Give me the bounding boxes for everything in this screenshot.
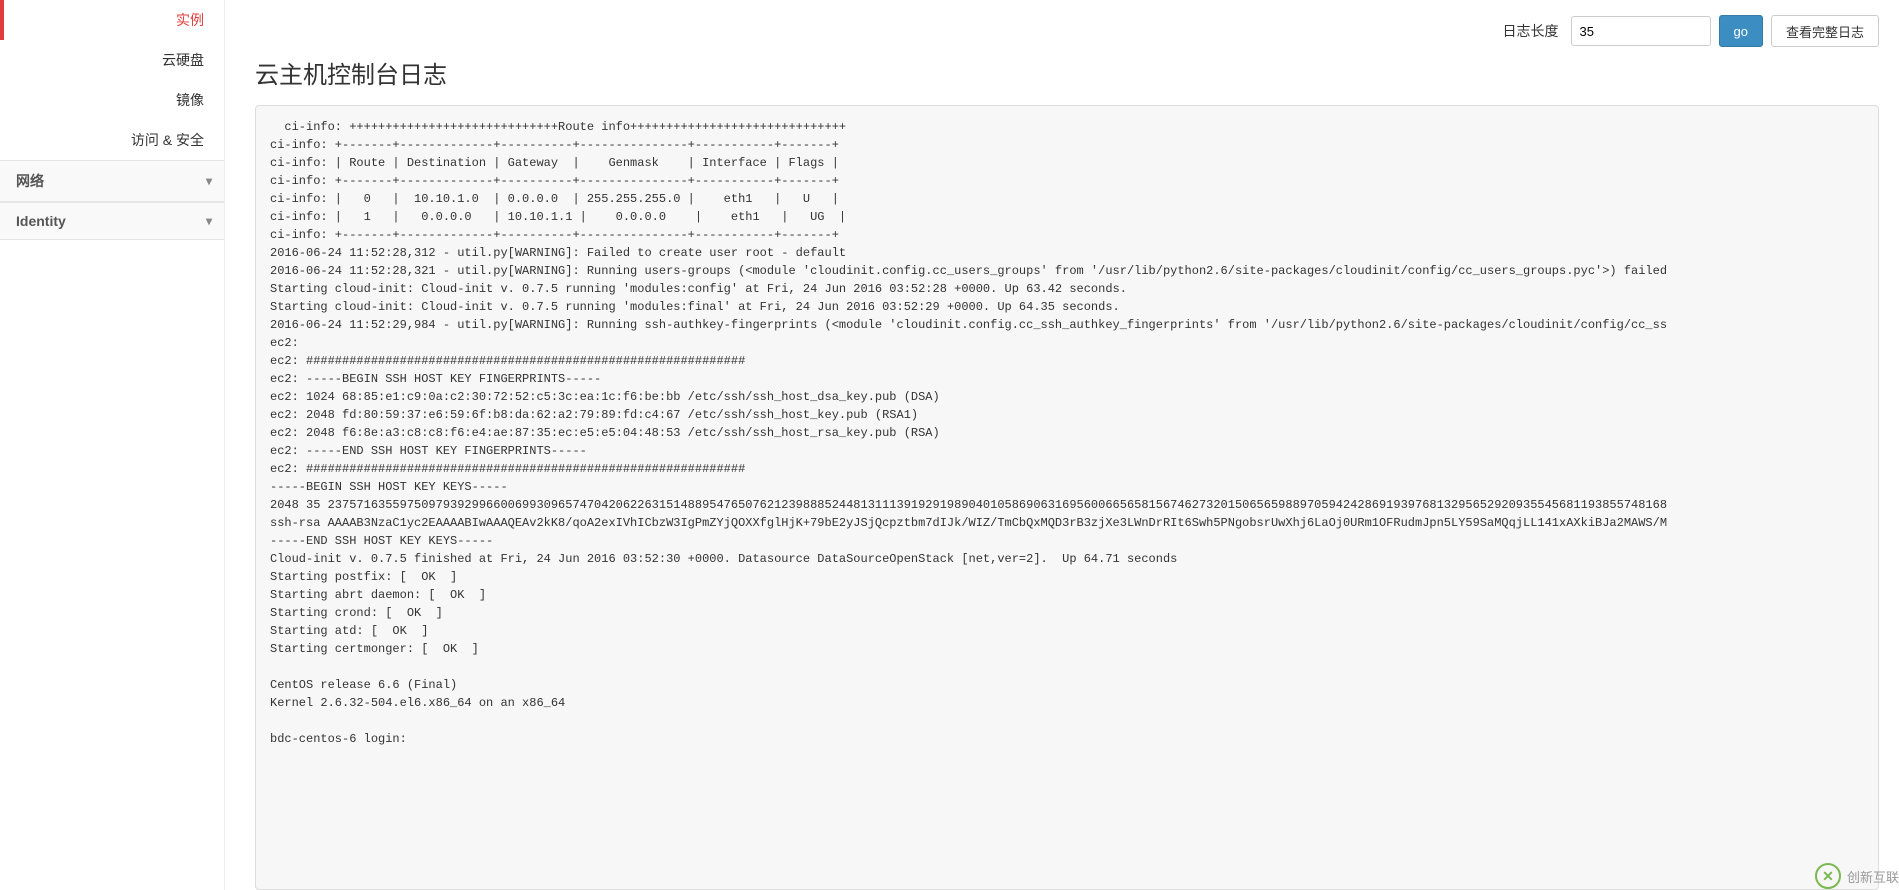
- toolbar: 日志长度 go 查看完整日志: [255, 15, 1879, 47]
- chevron-down-icon: ▾: [206, 214, 212, 228]
- view-full-log-button[interactable]: 查看完整日志: [1771, 15, 1879, 47]
- page-title: 云主机控制台日志: [255, 55, 1879, 90]
- sidebar-item-volumes[interactable]: 云硬盘: [0, 40, 224, 80]
- console-log-content: ci-info: +++++++++++++++++++++++++++++Ro…: [270, 118, 1864, 748]
- sidebar-section-label: 网络: [16, 171, 44, 191]
- log-length-label: 日志长度: [1503, 21, 1559, 41]
- sidebar-item-label: 访问 & 安全: [131, 132, 204, 148]
- console-log-box[interactable]: ci-info: +++++++++++++++++++++++++++++Ro…: [255, 105, 1879, 890]
- sidebar-item-access-security[interactable]: 访问 & 安全: [0, 120, 224, 160]
- go-button[interactable]: go: [1719, 15, 1763, 47]
- sidebar-item-images[interactable]: 镜像: [0, 80, 224, 120]
- chevron-down-icon: ▾: [206, 174, 212, 188]
- sidebar-item-label: 镜像: [176, 92, 204, 108]
- sidebar-section-identity[interactable]: Identity ▾: [0, 202, 224, 240]
- main-content: 日志长度 go 查看完整日志 云主机控制台日志 ci-info: +++++++…: [225, 0, 1899, 890]
- sidebar-item-label: 云硬盘: [162, 52, 204, 68]
- sidebar: 实例 云硬盘 镜像 访问 & 安全 网络 ▾ Identity ▾: [0, 0, 225, 890]
- sidebar-section-label: Identity: [16, 213, 66, 229]
- sidebar-section-network[interactable]: 网络 ▾: [0, 160, 224, 202]
- sidebar-item-instances[interactable]: 实例: [0, 0, 224, 40]
- sidebar-item-label: 实例: [176, 12, 204, 28]
- log-length-input[interactable]: [1571, 16, 1711, 46]
